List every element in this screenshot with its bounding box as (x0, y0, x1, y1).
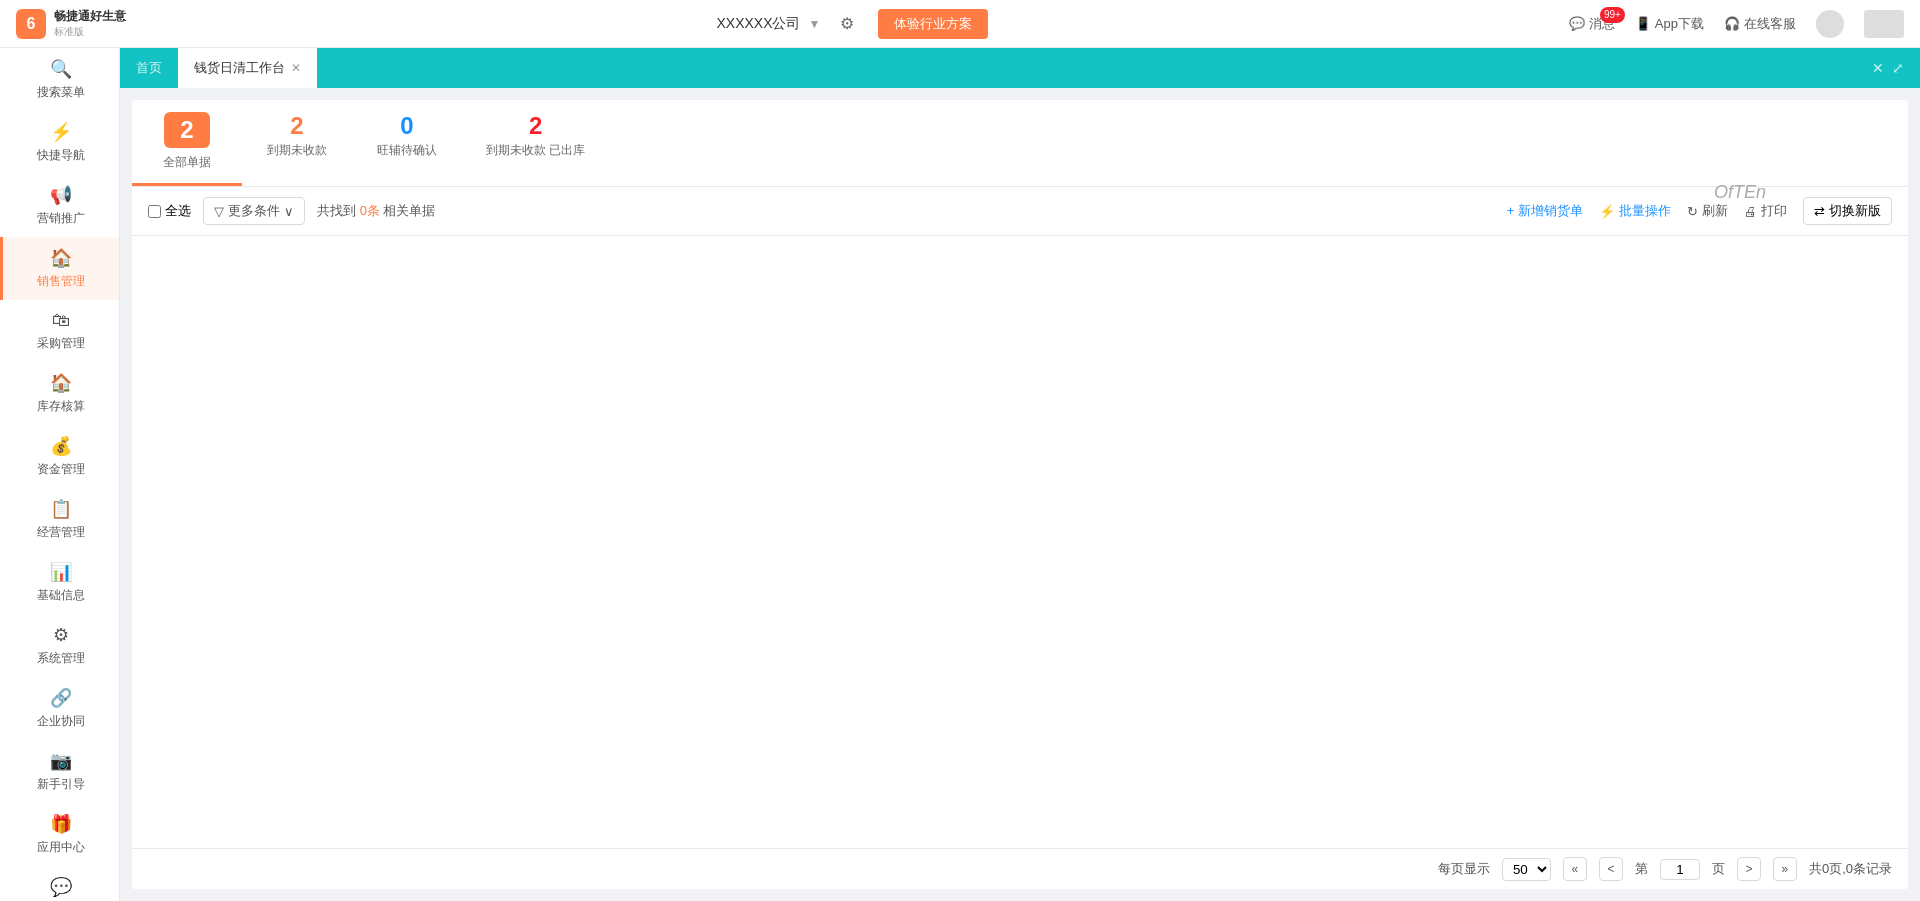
sidebar: 🔍 搜索菜单 ⚡ 快捷导航 📢 营销推广 🏠 销售管理 🛍 采购管理 🏠 库存核… (0, 48, 120, 901)
main-content: 2 全部单据 2 到期未收款 0 旺辅待确认 2 到期未收款 已出库 (120, 88, 1920, 901)
found-text: 共找到 0条 相关单据 (317, 202, 435, 220)
total-label: 共0页,0条记录 (1809, 860, 1892, 878)
sidebar-item-guide[interactable]: 📷 新手引导 (0, 740, 119, 803)
try-btn[interactable]: 体验行业方案 (878, 9, 988, 39)
company-selector[interactable]: XXXXXX公司 ▼ (716, 15, 820, 33)
message-badge: 99+ (1600, 7, 1625, 23)
sidebar-item-quicknav[interactable]: ⚡ 快捷导航 (0, 111, 119, 174)
sidebar-item-inventory[interactable]: 🏠 库存核算 (0, 362, 119, 425)
print-btn[interactable]: 🖨 打印 (1744, 202, 1787, 220)
sidebar-item-appcenter[interactable]: 🎁 应用中心 (0, 803, 119, 866)
guide-icon: 📷 (50, 750, 72, 772)
tab-workbench[interactable]: 钱货日清工作台 ✕ (178, 48, 317, 88)
page-prev-btn[interactable]: < (1599, 857, 1623, 881)
switch-btn[interactable]: ⇄ 切换新版 (1803, 197, 1892, 225)
found-count: 0条 (360, 203, 380, 218)
filter-btn[interactable]: ▽ 更多条件 ∨ (203, 197, 305, 225)
sidebar-item-system[interactable]: ⚙ 系统管理 (0, 614, 119, 677)
basicinfo-icon: 📊 (50, 561, 72, 583)
tab-expand-icon[interactable]: ⤢ (1892, 60, 1904, 76)
operations-icon: 📋 (50, 498, 72, 520)
stat-card-all[interactable]: 2 全部单据 (132, 100, 242, 186)
tab-close-icon[interactable]: ✕ (291, 61, 301, 75)
download-icon: 📱 (1635, 16, 1651, 31)
stat-card-overdue[interactable]: 2 到期未收款 (242, 100, 352, 186)
table-area (132, 236, 1908, 848)
headset-icon: 🎧 (1724, 16, 1740, 31)
toolbar-left: 全选 ▽ 更多条件 ∨ 共找到 0条 相关单据 (148, 197, 435, 225)
inventory-icon: 🏠 (50, 372, 72, 394)
company-dropdown-icon: ▼ (809, 17, 821, 31)
print-icon: 🖨 (1744, 204, 1757, 219)
avatar[interactable] (1816, 10, 1844, 38)
tab-bar: 首页 钱货日清工作台 ✕ ✕ ⤢ (120, 48, 1920, 88)
system-icon: ⚙ (53, 624, 69, 646)
card-container: 2 全部单据 2 到期未收款 0 旺辅待确认 2 到期未收款 已出库 (132, 100, 1908, 889)
switch-icon: ⇄ (1814, 204, 1825, 219)
page-size-select[interactable]: 50 (1502, 858, 1551, 881)
logo-icon: 6 (16, 9, 46, 39)
message-icon: 💬 (1569, 16, 1585, 31)
sales-icon: 🏠 (50, 247, 72, 269)
sidebar-item-marketing[interactable]: 📢 营销推广 (0, 174, 119, 237)
page-first-btn[interactable]: « (1563, 857, 1587, 881)
select-all-checkbox[interactable]: 全选 (148, 202, 191, 220)
wechat-icon: 💬 (50, 876, 72, 898)
sidebar-item-enterprise[interactable]: 🔗 企业协同 (0, 677, 119, 740)
content-body: 2 全部单据 2 到期未收款 0 旺辅待确认 2 到期未收款 已出库 (120, 88, 1920, 901)
select-all-input[interactable] (148, 205, 161, 218)
filter-icon: ▽ (214, 204, 224, 219)
top-header: 6 畅捷通好生意 标准版 XXXXXX公司 ▼ ⚙ 体验行业方案 💬 消息 99… (0, 0, 1920, 48)
toolbar-right: + 新增销货单 ⚡ 批量操作 ↻ 刷新 🖨 打印 ⇄ (1507, 197, 1892, 225)
header-center: XXXXXX公司 ▼ ⚙ 体验行业方案 (716, 9, 988, 39)
add-sale-btn[interactable]: + 新增销货单 (1507, 202, 1583, 220)
footer-pagination: 每页显示 50 « < 第 页 > » 共0页,0条记录 (132, 848, 1908, 889)
quicknav-icon: ⚡ (50, 121, 72, 143)
page-number-input[interactable] (1660, 859, 1700, 880)
stats-cards: 2 全部单据 2 到期未收款 0 旺辅待确认 2 到期未收款 已出库 (132, 100, 1908, 187)
sidebar-item-purchase[interactable]: 🛍 采购管理 (0, 300, 119, 362)
header-right: 💬 消息 99+ 📱 App下载 🎧 在线客服 (1569, 10, 1904, 38)
brand-text: 畅捷通好生意 标准版 (54, 8, 126, 39)
refresh-btn[interactable]: ↻ 刷新 (1687, 202, 1728, 220)
stat-card-shipped[interactable]: 2 到期未收款 已出库 (462, 100, 609, 186)
filter-arrow-icon: ∨ (284, 204, 294, 219)
sidebar-item-wechat[interactable]: 💬 企业微信 (0, 866, 119, 901)
toolbar: 全选 ▽ 更多条件 ∨ 共找到 0条 相关单据 + 新增销货单 (132, 187, 1908, 236)
stat-card-wangpu[interactable]: 0 旺辅待确认 (352, 100, 462, 186)
search-icon: 🔍 (50, 58, 72, 80)
message-btn[interactable]: 💬 消息 99+ (1569, 15, 1615, 33)
page-next-btn[interactable]: > (1737, 857, 1761, 881)
user-info[interactable] (1864, 10, 1904, 38)
tab-home[interactable]: 首页 (120, 48, 178, 88)
batch-btn[interactable]: ⚡ 批量操作 (1599, 202, 1671, 220)
sidebar-item-basicinfo[interactable]: 📊 基础信息 (0, 551, 119, 614)
appcenter-icon: 🎁 (50, 813, 72, 835)
settings-icon[interactable]: ⚙ (840, 14, 854, 33)
marketing-icon: 📢 (50, 184, 72, 206)
purchase-icon: 🛍 (52, 310, 70, 331)
sidebar-item-search[interactable]: 🔍 搜索菜单 (0, 48, 119, 111)
batch-icon: ⚡ (1599, 204, 1615, 219)
tab-controls: ✕ ⤢ (1872, 60, 1920, 76)
company-name: XXXXXX公司 (716, 15, 800, 33)
sidebar-item-finance[interactable]: 💰 资金管理 (0, 425, 119, 488)
sidebar-item-operations[interactable]: 📋 经营管理 (0, 488, 119, 551)
page-last-btn[interactable]: » (1773, 857, 1797, 881)
sidebar-item-sales[interactable]: 🏠 销售管理 (0, 237, 119, 300)
finance-icon: 💰 (50, 435, 72, 457)
logo-area: 6 畅捷通好生意 标准版 (16, 8, 136, 39)
refresh-icon: ↻ (1687, 204, 1698, 219)
enterprise-icon: 🔗 (50, 687, 72, 709)
online-service-btn[interactable]: 🎧 在线客服 (1724, 15, 1796, 33)
tab-close-all-icon[interactable]: ✕ (1872, 60, 1884, 76)
app-download-btn[interactable]: 📱 App下载 (1635, 15, 1704, 33)
